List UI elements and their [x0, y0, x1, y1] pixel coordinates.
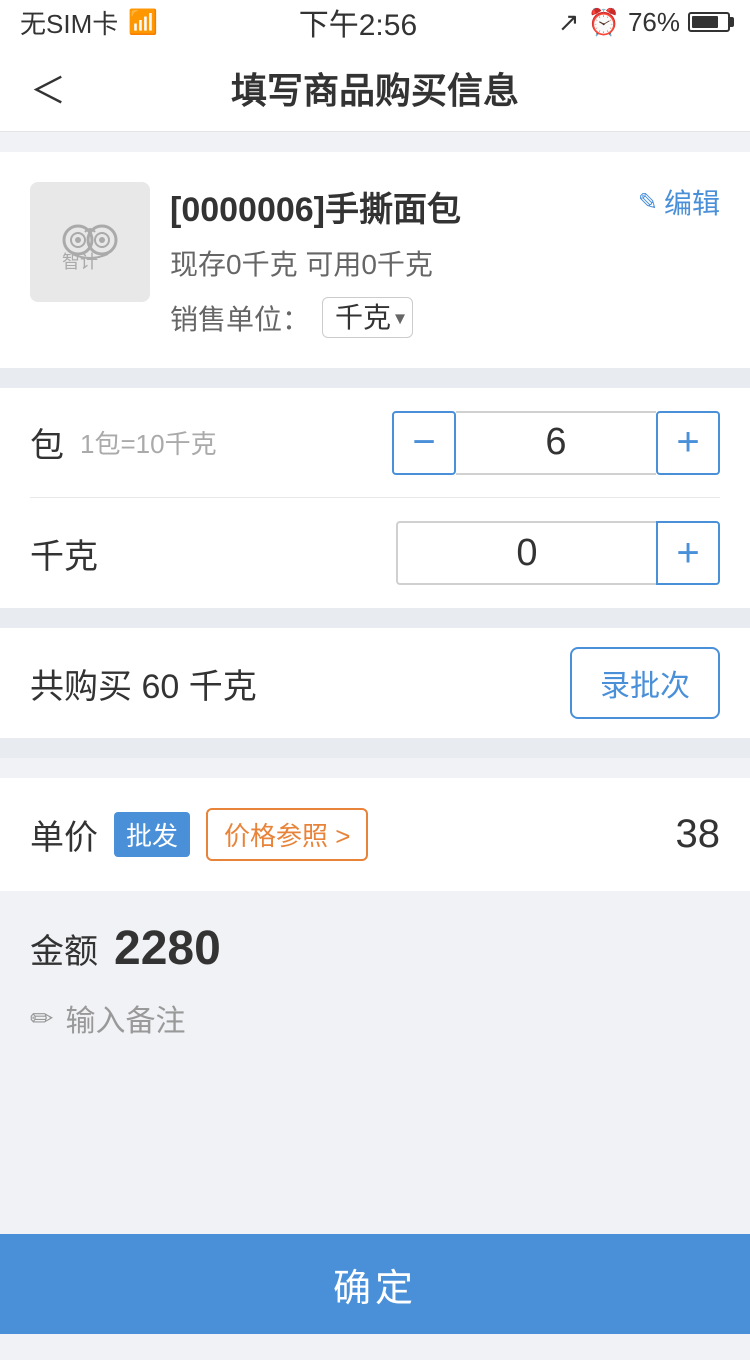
price-value: 38 — [676, 812, 721, 857]
divider-2 — [0, 608, 750, 628]
alarm-icon: ⏰ — [588, 7, 620, 38]
amount-value: 2280 — [114, 921, 221, 976]
amount-label: 金额 — [30, 924, 98, 973]
battery-percent: 76% — [628, 7, 680, 38]
kg-quantity-control: + — [396, 521, 720, 585]
location-icon: ↗ — [558, 7, 580, 38]
status-left: 无SIM卡 📶 — [20, 4, 158, 41]
divider-1 — [0, 368, 750, 388]
kg-quantity-input[interactable] — [396, 521, 656, 585]
bao-text: 包 — [30, 418, 64, 467]
bao-hint: 1包=10千克 — [80, 424, 217, 461]
edit-icon: ✎ — [638, 188, 658, 217]
product-card: 智计 [0000006]手撕面包 现存0千克 可用0千克 销售单位： 千克 包 … — [0, 152, 750, 368]
kg-text: 千克 — [30, 529, 98, 578]
pencil-icon: ✏ — [30, 1002, 53, 1035]
svg-text:智计: 智计 — [62, 252, 98, 272]
kg-input-row: 千克 + — [30, 498, 720, 608]
product-image: 智计 — [30, 182, 150, 302]
input-section: 包 1包=10千克 − + 千克 + — [0, 388, 750, 608]
unit-select-wrap[interactable]: 千克 包 — [322, 297, 413, 338]
unit-select[interactable]: 千克 包 — [322, 297, 413, 338]
battery-icon — [688, 12, 730, 32]
bao-increment-button[interactable]: + — [656, 411, 720, 475]
bao-decrement-button[interactable]: − — [392, 411, 456, 475]
status-right: ↗ ⏰ 76% — [558, 7, 730, 38]
back-button[interactable]: ＜ — [30, 62, 66, 114]
nav-bar: ＜ 填写商品购买信息 — [0, 44, 750, 132]
price-section: 单价 批发 价格参照 > 38 — [0, 778, 750, 891]
remark-row[interactable]: ✏ 输入备注 — [30, 996, 720, 1040]
product-stock: 现存0千克 可用0千克 — [170, 243, 720, 283]
unit-label: 销售单位： — [170, 298, 310, 338]
carrier-text: 无SIM卡 — [20, 4, 118, 41]
record-batch-button[interactable]: 录批次 — [570, 647, 720, 719]
edit-button[interactable]: ✎ 编辑 — [638, 182, 720, 222]
confirm-button[interactable]: 确定 — [0, 1234, 750, 1334]
wifi-icon: 📶 — [128, 8, 158, 37]
status-bar: 无SIM卡 📶 下午2:56 ↗ ⏰ 76% — [0, 0, 750, 44]
total-text: 共购买 60 千克 — [30, 659, 257, 708]
price-reference-button[interactable]: 价格参照 > — [206, 808, 368, 861]
price-tag: 批发 — [114, 812, 190, 857]
divider-3 — [0, 738, 750, 758]
kg-label: 千克 — [30, 529, 98, 578]
amount-section: 金额 2280 ✏ 输入备注 — [0, 891, 750, 1060]
amount-row: 金额 2280 — [30, 921, 720, 976]
kg-increment-button[interactable]: + — [656, 521, 720, 585]
bao-label: 包 1包=10千克 — [30, 418, 217, 467]
bao-quantity-control: − + — [392, 411, 720, 475]
page-title: 填写商品购买信息 — [231, 62, 519, 114]
back-icon: ＜ — [30, 70, 66, 111]
bao-quantity-input[interactable] — [456, 411, 656, 475]
product-logo-svg: 智计 — [50, 212, 130, 272]
edit-label: 编辑 — [664, 182, 720, 222]
price-label: 单价 — [30, 810, 98, 859]
remark-placeholder: 输入备注 — [65, 996, 185, 1040]
product-unit-row: 销售单位： 千克 包 — [170, 297, 720, 338]
total-row: 共购买 60 千克 录批次 — [0, 628, 750, 738]
status-time: 下午2:56 — [299, 0, 417, 44]
bao-input-row: 包 1包=10千克 − + — [30, 388, 720, 498]
